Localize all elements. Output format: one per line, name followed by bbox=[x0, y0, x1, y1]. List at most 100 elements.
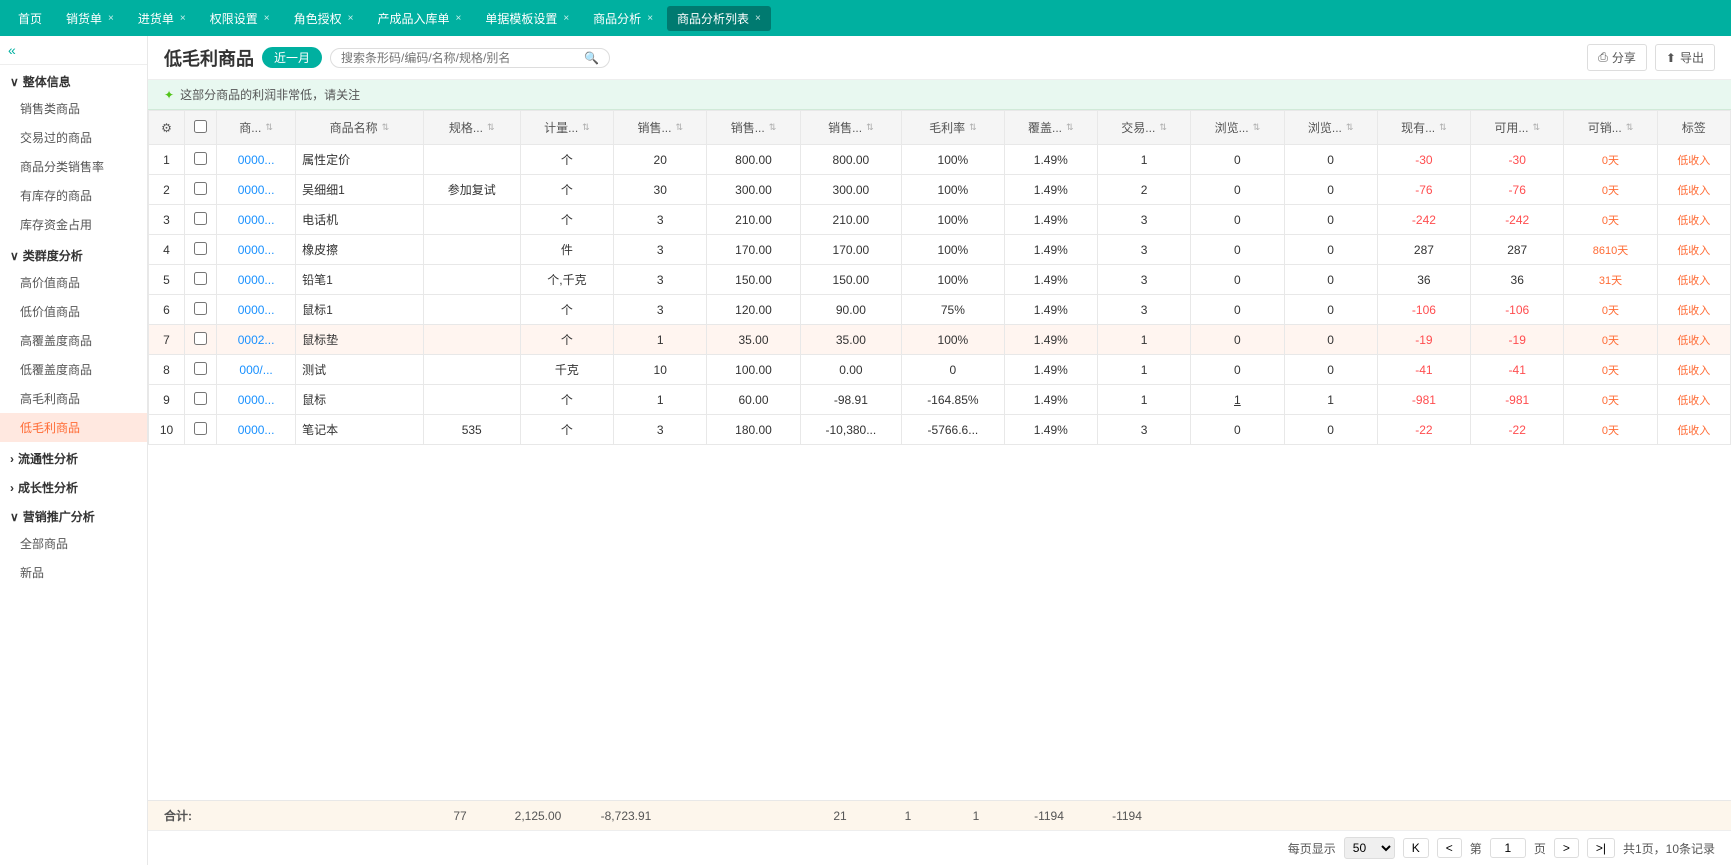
cell-tag: 低收入 bbox=[1657, 145, 1730, 175]
sidebar-collapse-btn[interactable]: « bbox=[8, 42, 16, 58]
sidebar-item-all-products[interactable]: 全部商品 bbox=[0, 529, 147, 558]
cell-checkbox[interactable] bbox=[185, 325, 217, 355]
share-button[interactable]: ⎙ 分享 bbox=[1587, 44, 1647, 71]
cell-spec bbox=[423, 265, 520, 295]
row-checkbox[interactable] bbox=[194, 302, 207, 315]
cell-checkbox[interactable] bbox=[185, 265, 217, 295]
cell-checkbox[interactable] bbox=[185, 415, 217, 445]
row-checkbox[interactable] bbox=[194, 212, 207, 225]
nav-item-analysis-list[interactable]: 商品分析列表 × bbox=[667, 6, 771, 31]
th-unit[interactable]: 计量...⇅ bbox=[520, 111, 613, 145]
sidebar-item-sales-products[interactable]: 销售类商品 bbox=[0, 94, 147, 123]
nav-close-template[interactable]: × bbox=[563, 13, 569, 24]
sidebar-item-inventory-capital[interactable]: 库存资金占用 bbox=[0, 210, 147, 239]
nav-close-purchase[interactable]: × bbox=[180, 13, 186, 24]
cell-sales-profit: 35.00 bbox=[800, 325, 901, 355]
th-settings[interactable]: ⚙ bbox=[149, 111, 185, 145]
th-sales-qty[interactable]: 销售...⇅ bbox=[614, 111, 707, 145]
row-checkbox[interactable] bbox=[194, 152, 207, 165]
nav-item-product-entry[interactable]: 产成品入库单 × bbox=[367, 6, 471, 31]
export-button[interactable]: ⬆ 导出 bbox=[1655, 44, 1715, 71]
row-checkbox[interactable] bbox=[194, 362, 207, 375]
th-available[interactable]: 可用...⇅ bbox=[1471, 111, 1564, 145]
cell-browse1[interactable]: 1 bbox=[1191, 385, 1284, 415]
sidebar-item-high-coverage[interactable]: 高覆盖度商品 bbox=[0, 326, 147, 355]
th-sales-price[interactable]: 销售...⇅ bbox=[707, 111, 800, 145]
page-number-input[interactable] bbox=[1490, 838, 1526, 858]
sidebar-item-traded-products[interactable]: 交易过的商品 bbox=[0, 123, 147, 152]
nav-close-role[interactable]: × bbox=[348, 13, 354, 24]
cell-checkbox[interactable] bbox=[185, 355, 217, 385]
nav-item-home[interactable]: 首页 bbox=[8, 6, 52, 31]
per-page-select[interactable]: 50 100 200 bbox=[1344, 837, 1395, 859]
sidebar-group-circulation[interactable]: ›流通性分析 bbox=[0, 442, 147, 471]
th-sales-profit[interactable]: 销售...⇅ bbox=[800, 111, 901, 145]
search-input[interactable] bbox=[341, 51, 578, 65]
nav-close-analysis-list[interactable]: × bbox=[755, 13, 761, 24]
sidebar-item-low-coverage[interactable]: 低覆盖度商品 bbox=[0, 355, 147, 384]
cell-checkbox[interactable] bbox=[185, 295, 217, 325]
th-checkbox[interactable] bbox=[185, 111, 217, 145]
cell-checkbox[interactable] bbox=[185, 205, 217, 235]
cell-spec bbox=[423, 325, 520, 355]
next-btn[interactable]: > bbox=[1554, 838, 1579, 858]
th-name[interactable]: 商品名称⇅ bbox=[296, 111, 423, 145]
sidebar-group-overall[interactable]: ∨整体信息 bbox=[0, 65, 147, 94]
th-sellable[interactable]: 可销...⇅ bbox=[1564, 111, 1657, 145]
last-page-btn[interactable]: >| bbox=[1587, 838, 1615, 858]
sidebar-item-category-sales-rate[interactable]: 商品分类销售率 bbox=[0, 152, 147, 181]
cell-checkbox[interactable] bbox=[185, 145, 217, 175]
cell-available: -22 bbox=[1471, 415, 1564, 445]
row-checkbox[interactable] bbox=[194, 392, 207, 405]
nav-item-sales[interactable]: 销货单 × bbox=[56, 6, 124, 31]
row-checkbox[interactable] bbox=[194, 332, 207, 345]
nav-item-permissions[interactable]: 权限设置 × bbox=[200, 6, 280, 31]
nav-close-permissions[interactable]: × bbox=[264, 13, 270, 24]
th-spec[interactable]: 规格...⇅ bbox=[423, 111, 520, 145]
nav-item-template[interactable]: 单据模板设置 × bbox=[475, 6, 579, 31]
cell-checkbox[interactable] bbox=[185, 385, 217, 415]
th-tag[interactable]: 标签 bbox=[1657, 111, 1730, 145]
th-current-stock[interactable]: 现有...⇅ bbox=[1377, 111, 1470, 145]
cell-sales-qty: 10 bbox=[614, 355, 707, 385]
date-filter-button[interactable]: 近一月 bbox=[262, 47, 322, 68]
sidebar-item-high-margin[interactable]: 高毛利商品 bbox=[0, 384, 147, 413]
nav-close-sales[interactable]: × bbox=[108, 13, 114, 24]
th-browse1[interactable]: 浏览...⇅ bbox=[1191, 111, 1284, 145]
nav-item-purchase[interactable]: 进货单 × bbox=[128, 6, 196, 31]
select-all-checkbox[interactable] bbox=[194, 120, 207, 133]
sidebar-group-cluster[interactable]: ∨类群度分析 bbox=[0, 239, 147, 268]
sidebar-group-marketing[interactable]: ∨营销推广分析 bbox=[0, 500, 147, 529]
cell-name: 电话机 bbox=[296, 205, 423, 235]
cell-tag: 低收入 bbox=[1657, 265, 1730, 295]
nav-item-role[interactable]: 角色授权 × bbox=[284, 6, 364, 31]
th-transaction[interactable]: 交易...⇅ bbox=[1097, 111, 1190, 145]
th-browse2[interactable]: 浏览...⇅ bbox=[1284, 111, 1377, 145]
cell-tag: 低收入 bbox=[1657, 205, 1730, 235]
cell-checkbox[interactable] bbox=[185, 175, 217, 205]
th-code[interactable]: 商...⇅ bbox=[217, 111, 296, 145]
sidebar-item-high-value[interactable]: 高价值商品 bbox=[0, 268, 147, 297]
cell-checkbox[interactable] bbox=[185, 235, 217, 265]
nav-close-product-analysis[interactable]: × bbox=[647, 13, 653, 24]
nav-item-product-analysis[interactable]: 商品分析 × bbox=[583, 6, 663, 31]
prev-btn[interactable]: < bbox=[1437, 838, 1462, 858]
row-checkbox[interactable] bbox=[194, 242, 207, 255]
sidebar-item-low-margin[interactable]: 低毛利商品 bbox=[0, 413, 147, 442]
nav-close-product-entry[interactable]: × bbox=[455, 13, 461, 24]
cell-coverage: 1.49% bbox=[1004, 295, 1097, 325]
row-checkbox[interactable] bbox=[194, 422, 207, 435]
cell-current-stock: -19 bbox=[1377, 325, 1470, 355]
th-gross-margin[interactable]: 毛利率⇅ bbox=[902, 111, 1005, 145]
settings-icon[interactable]: ⚙ bbox=[161, 121, 172, 135]
th-coverage[interactable]: 覆盖...⇅ bbox=[1004, 111, 1097, 145]
table-container[interactable]: ⚙ 商...⇅ 商品名称⇅ 规格...⇅ bbox=[148, 110, 1731, 800]
sidebar-item-stocked-products[interactable]: 有库存的商品 bbox=[0, 181, 147, 210]
row-checkbox[interactable] bbox=[194, 182, 207, 195]
row-checkbox[interactable] bbox=[194, 272, 207, 285]
sidebar-item-new-products[interactable]: 新品 bbox=[0, 558, 147, 587]
prev-page-btn[interactable]: K bbox=[1403, 838, 1429, 858]
search-icon[interactable]: 🔍 bbox=[584, 51, 599, 65]
sidebar-group-growth[interactable]: ›成长性分析 bbox=[0, 471, 147, 500]
sidebar-item-low-value[interactable]: 低价值商品 bbox=[0, 297, 147, 326]
